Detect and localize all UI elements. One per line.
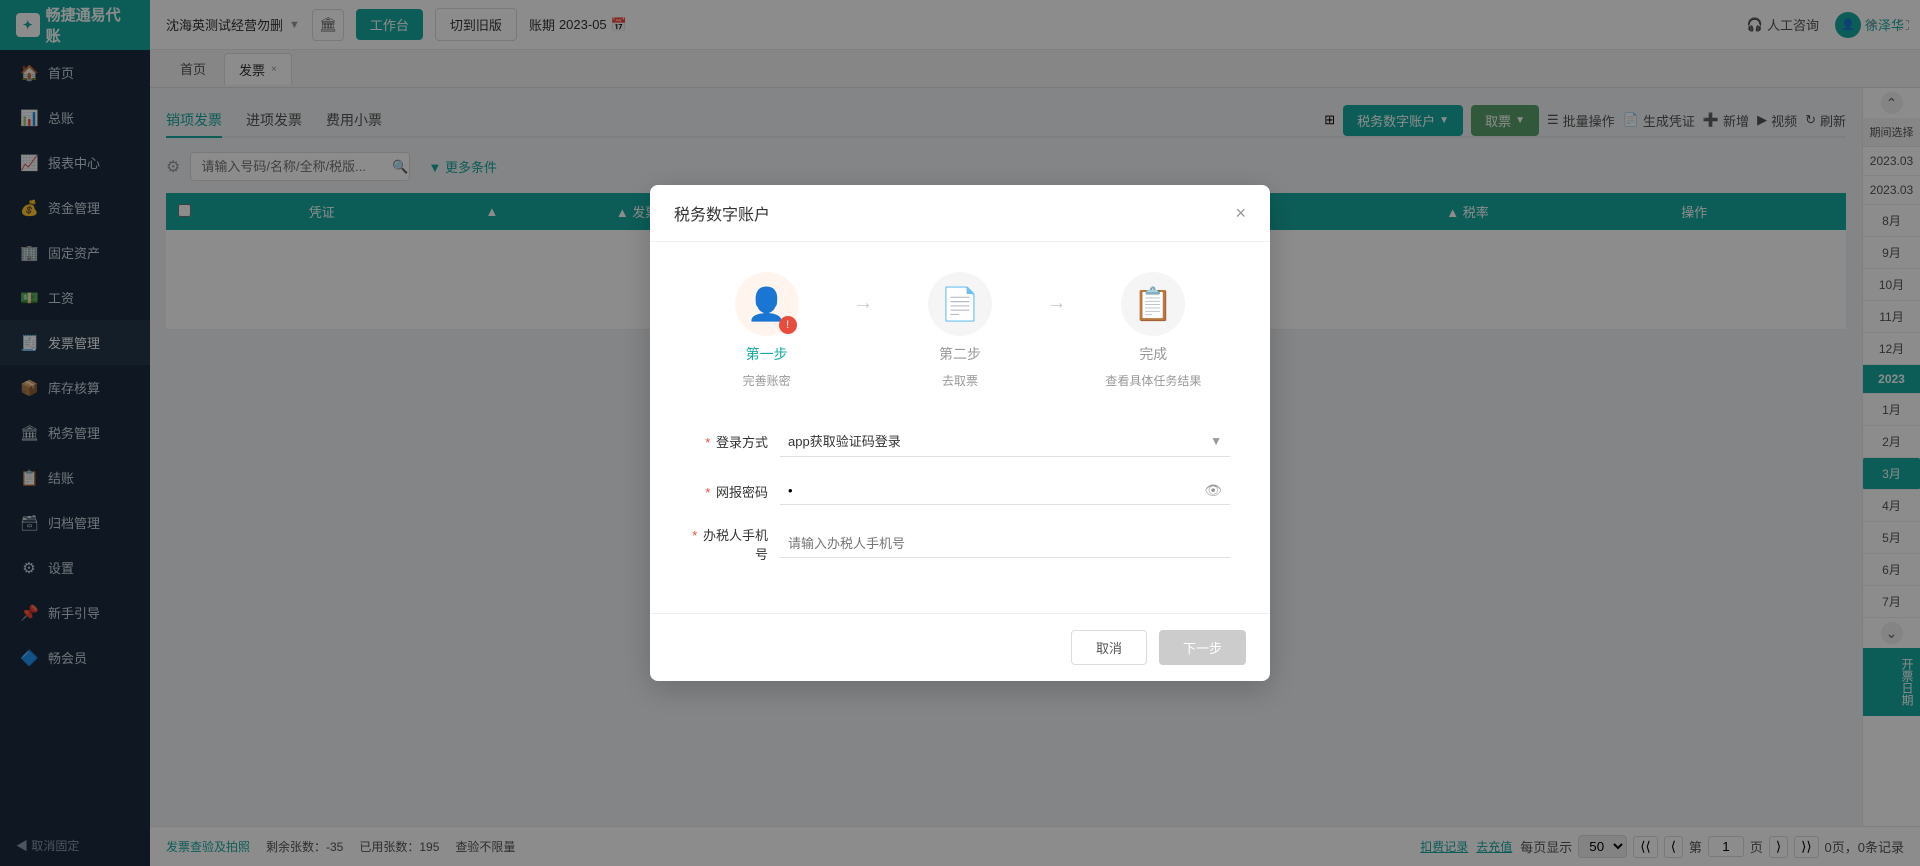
step-1-desc: 完善账密 [743, 372, 791, 389]
phone-label: * 办税人手机号 [690, 525, 780, 563]
step-1: 👤 ! 第一步 完善账密 [690, 272, 843, 389]
step-3-icon-wrap: 📋 [1121, 272, 1185, 336]
required-mark: * [705, 435, 710, 450]
modal-body: 👤 ! 第一步 完善账密 → 📄 第二步 去取票 → [650, 242, 1270, 613]
step-3-desc: 查看具体任务结果 [1105, 372, 1201, 389]
modal-close-btn[interactable]: × [1235, 204, 1246, 222]
cancel-button[interactable]: 取消 [1071, 630, 1147, 665]
modal-header: 税务数字账户 × [650, 185, 1270, 242]
next-button[interactable]: 下一步 [1159, 630, 1246, 665]
password-label: * 网报密码 [690, 482, 780, 501]
step-2-document-icon: 📄 [940, 285, 980, 323]
step-1-badge: ! [779, 316, 797, 334]
step-1-person-icon: 👤 [747, 285, 787, 323]
step-2-desc: 去取票 [942, 372, 978, 389]
form-row-password: * 网报密码 👁 [690, 477, 1230, 505]
password-field: 👁 [780, 477, 1230, 505]
step-arrow-1: → [843, 272, 883, 315]
password-label-text: 网报密码 [716, 485, 768, 500]
form-row-phone: * 办税人手机号 [690, 525, 1230, 563]
modal-title: 税务数字账户 [674, 201, 770, 225]
modal-footer: 取消 下一步 [650, 613, 1270, 681]
login-method-dropdown-icon: ▼ [1210, 434, 1222, 448]
form-row-login-method: * 登录方式 app获取验证码登录 ▼ [690, 425, 1230, 457]
login-method-label: * 登录方式 [690, 432, 780, 451]
step-3-clipboard-icon: 📋 [1133, 285, 1173, 323]
required-mark-3: * [692, 528, 697, 543]
login-method-label-text: 登录方式 [716, 435, 768, 450]
password-toggle-icon[interactable]: 👁 [1196, 482, 1230, 499]
login-method-value: app获取验证码登录 [788, 431, 1210, 450]
step-1-icon-wrap: 👤 ! [735, 272, 799, 336]
phone-label-text: 办税人手机号 [703, 528, 768, 562]
step-1-title: 第一步 [746, 344, 788, 364]
password-input[interactable] [780, 477, 1196, 504]
phone-input[interactable] [780, 530, 1230, 558]
step-3-title: 完成 [1139, 344, 1167, 364]
modal-overlay: 税务数字账户 × 👤 ! 第一步 完善账密 → [0, 0, 1920, 866]
step-3: 📋 完成 查看具体任务结果 [1077, 272, 1230, 389]
login-method-select[interactable]: app获取验证码登录 ▼ [780, 425, 1230, 457]
steps-container: 👤 ! 第一步 完善账密 → 📄 第二步 去取票 → [690, 272, 1230, 389]
required-mark-2: * [705, 485, 710, 500]
step-2: 📄 第二步 去取票 [883, 272, 1036, 389]
step-arrow-2: → [1037, 272, 1077, 315]
tax-digital-account-modal: 税务数字账户 × 👤 ! 第一步 完善账密 → [650, 185, 1270, 681]
step-2-icon-wrap: 📄 [928, 272, 992, 336]
step-2-title: 第二步 [939, 344, 981, 364]
